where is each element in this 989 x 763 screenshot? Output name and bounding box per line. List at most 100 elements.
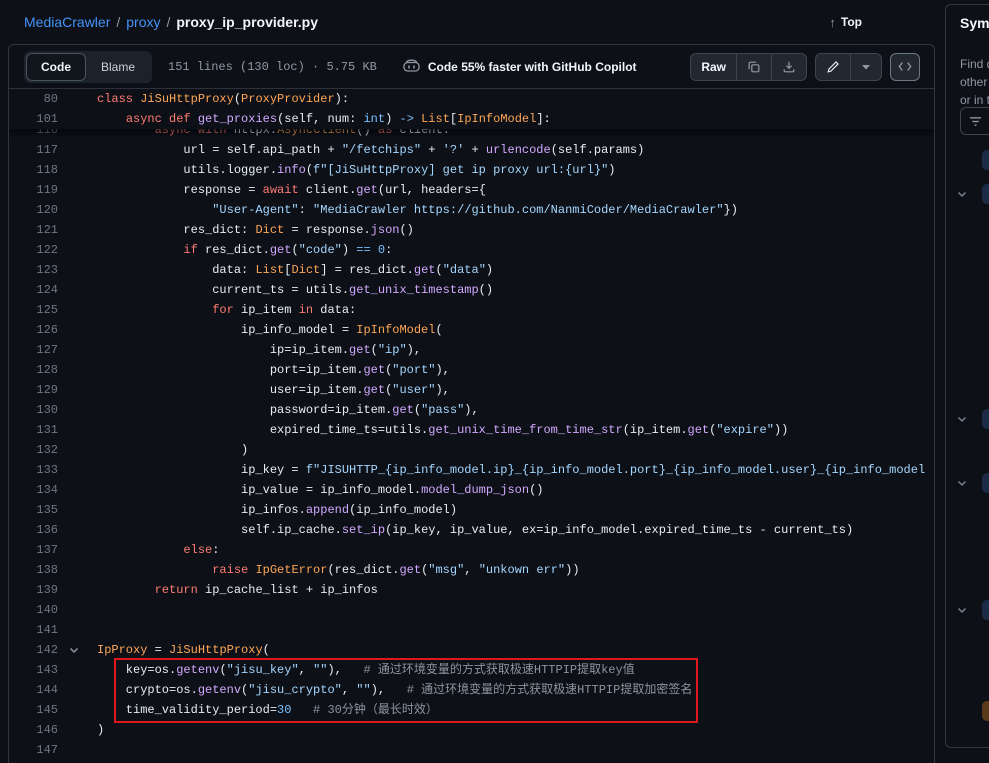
symbol-row[interactable] <box>946 408 989 430</box>
line-number-141[interactable]: 141 <box>9 620 58 640</box>
fold-spacer <box>58 560 89 580</box>
code-line-80: 80class JiSuHttpProxy(ProxyProvider): <box>9 89 934 109</box>
fold-spacer <box>58 360 89 380</box>
code-line-122: 122 if res_dict.get("code") == 0: <box>9 240 934 260</box>
line-number-128[interactable]: 128 <box>9 360 58 380</box>
tab-blame[interactable]: Blame <box>86 53 150 81</box>
line-number-129[interactable]: 129 <box>9 380 58 400</box>
line-number-146[interactable]: 146 <box>9 720 58 740</box>
copilot-banner[interactable]: Code 55% faster with GitHub Copilot <box>403 59 637 74</box>
line-number-143[interactable]: 143 <box>9 660 58 680</box>
line-number-116[interactable]: 116 <box>9 129 58 140</box>
fold-spacer <box>58 720 89 740</box>
symbol-row[interactable] <box>946 599 989 621</box>
line-number-137[interactable]: 137 <box>9 540 58 560</box>
fold-spacer <box>58 680 89 700</box>
code-line-141: 141 <box>9 620 934 640</box>
line-number-127[interactable]: 127 <box>9 340 58 360</box>
line-number-147[interactable]: 147 <box>9 740 58 760</box>
line-number-121[interactable]: 121 <box>9 220 58 240</box>
line-number-118[interactable]: 118 <box>9 160 58 180</box>
symbol-row[interactable] <box>946 149 989 171</box>
line-number-142[interactable]: 142 <box>9 640 58 660</box>
line-number-136[interactable]: 136 <box>9 520 58 540</box>
code-text: ip_value = ip_info_model.model_dump_json… <box>89 480 544 500</box>
breadcrumb-folder-link[interactable]: proxy <box>126 14 160 30</box>
code-line-128: 128 port=ip_item.get("port"), <box>9 360 934 380</box>
fold-spacer <box>58 260 89 280</box>
symbol-kind-badge <box>982 701 989 721</box>
line-number-125[interactable]: 125 <box>9 300 58 320</box>
line-number-138[interactable]: 138 <box>9 560 58 580</box>
github-code-view: MediaCrawler / proxy / proxy_ip_provider… <box>0 0 989 763</box>
fold-spacer <box>58 440 89 460</box>
line-number-145[interactable]: 145 <box>9 700 58 720</box>
line-number-117[interactable]: 117 <box>9 140 58 160</box>
edit-pencil-icon <box>826 60 840 74</box>
code-text: if res_dict.get("code") == 0: <box>89 240 392 260</box>
scroll-to-top-link[interactable]: ↑ Top <box>829 15 862 30</box>
edit-dropdown-button[interactable] <box>850 54 881 80</box>
line-number-119[interactable]: 119 <box>9 180 58 200</box>
breadcrumb-separator: / <box>166 14 170 30</box>
symbols-panel-toggle-button[interactable] <box>890 53 920 81</box>
line-number-122[interactable]: 122 <box>9 240 58 260</box>
symbol-row[interactable] <box>946 472 989 494</box>
line-number-144[interactable]: 144 <box>9 680 58 700</box>
symbol-row[interactable] <box>946 183 989 205</box>
code-text: password=ip_item.get("pass"), <box>89 400 479 420</box>
line-number-140[interactable]: 140 <box>9 600 58 620</box>
fold-spacer <box>58 700 89 720</box>
fold-spacer <box>58 160 89 180</box>
line-number-80[interactable]: 80 <box>9 89 58 109</box>
fold-spacer <box>58 320 89 340</box>
fold-spacer <box>58 420 89 440</box>
raw-button[interactable]: Raw <box>691 54 736 80</box>
line-number-123[interactable]: 123 <box>9 260 58 280</box>
line-number-126[interactable]: 126 <box>9 320 58 340</box>
code-text: ip=ip_item.get("ip"), <box>89 340 421 360</box>
fold-spacer <box>58 660 89 680</box>
code-line-133: 133 ip_key = f"JISUHTTP_{ip_info_model.i… <box>9 460 934 480</box>
line-number-134[interactable]: 134 <box>9 480 58 500</box>
line-number-133[interactable]: 133 <box>9 460 58 480</box>
code-text: async with httpx.AsyncClient() as client… <box>89 129 450 140</box>
chevron-down-icon[interactable] <box>956 604 968 616</box>
code-line-125: 125 for ip_item in data: <box>9 300 934 320</box>
line-number-101[interactable]: 101 <box>9 109 58 129</box>
code-line-118: 118 utils.logger.info(f"[JiSuHttpProxy] … <box>9 160 934 180</box>
breadcrumb-repo-link[interactable]: MediaCrawler <box>24 14 110 30</box>
code-area: 80class JiSuHttpProxy(ProxyProvider):101… <box>9 89 934 760</box>
fold-spacer <box>58 109 89 129</box>
symbols-filter-box[interactable] <box>960 107 989 135</box>
fold-spacer <box>58 140 89 160</box>
code-line-126: 126 ip_info_model = IpInfoModel( <box>9 320 934 340</box>
fold-spacer <box>58 400 89 420</box>
tab-code[interactable]: Code <box>26 53 86 81</box>
fold-spacer <box>58 620 89 640</box>
code-line-116: 116 async with httpx.AsyncClient() as cl… <box>9 129 934 140</box>
copy-button[interactable] <box>736 54 771 80</box>
line-number-120[interactable]: 120 <box>9 200 58 220</box>
download-button[interactable] <box>771 54 806 80</box>
line-number-124[interactable]: 124 <box>9 280 58 300</box>
symbol-row[interactable] <box>946 700 989 722</box>
chevron-down-icon[interactable] <box>956 413 968 425</box>
code-line-101: 101 async def get_proxies(self, num: int… <box>9 109 934 129</box>
code-text: crypto=os.getenv("jisu_crypto", ""), # 通… <box>89 680 692 700</box>
fold-spacer <box>58 600 89 620</box>
line-number-139[interactable]: 139 <box>9 580 58 600</box>
line-number-130[interactable]: 130 <box>9 400 58 420</box>
line-number-135[interactable]: 135 <box>9 500 58 520</box>
code-text <box>89 600 97 620</box>
chevron-down-icon[interactable] <box>956 188 968 200</box>
download-icon <box>782 60 796 74</box>
breadcrumb: MediaCrawler / proxy / proxy_ip_provider… <box>0 0 940 44</box>
line-number-131[interactable]: 131 <box>9 420 58 440</box>
code-text: IpProxy = JiSuHttpProxy( <box>89 640 270 660</box>
chevron-down-icon[interactable] <box>956 477 968 489</box>
fold-chevron-icon[interactable] <box>58 640 89 660</box>
line-number-132[interactable]: 132 <box>9 440 58 460</box>
fold-spacer <box>58 280 89 300</box>
edit-button[interactable] <box>816 54 850 80</box>
